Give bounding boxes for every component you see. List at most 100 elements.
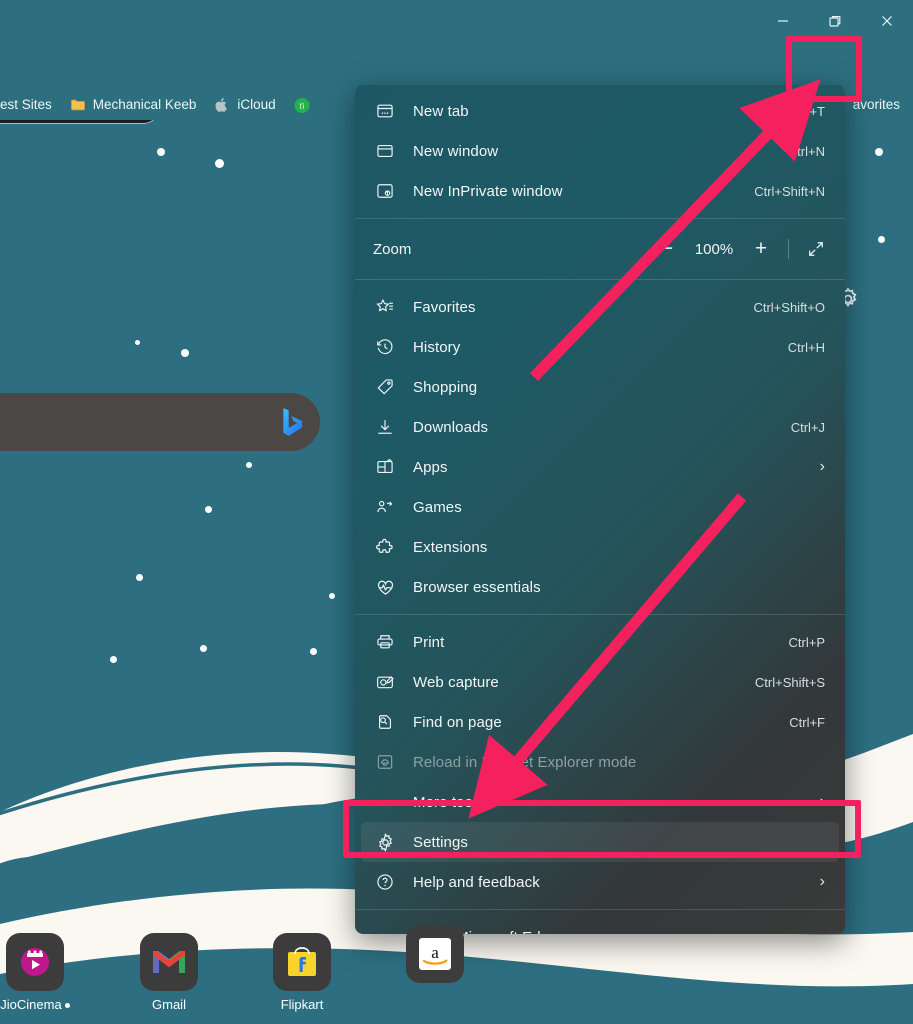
menu-item-label: Reload in Internet Explorer mode [413,753,637,771]
menu-item-history[interactable]: History Ctrl+H [355,327,845,367]
bing-logo-icon [283,408,303,436]
menu-item-downloads[interactable]: Downloads Ctrl+J [355,407,845,447]
bookmark-label: Mechanical Keeb [92,97,197,113]
menu-item-accelerator: Ctrl+N [787,143,825,159]
bookmark-label: iCloud [237,97,276,113]
zoom-out-button[interactable]: − [650,232,684,266]
menu-item-label: New tab [413,102,469,120]
zoom-value: 100% [694,240,734,258]
decorative-dot [200,645,207,652]
menu-item-label: Find on page [413,713,502,731]
menu-item-label: Shopping [413,378,478,396]
new-window-icon [373,139,397,163]
gmail-icon [140,933,198,991]
bookmark-item[interactable]: fi [285,92,326,118]
menu-item-accelerator: Ctrl+P [788,634,825,650]
menu-item-extensions[interactable]: Extensions [355,527,845,567]
browser-toolbar: uO MAGIC [0,42,913,127]
menu-item-label: Favorites [413,298,476,316]
print-icon [373,630,397,654]
menu-item-print[interactable]: Print Ctrl+P [355,622,845,662]
shortcut-text: JioCinema [0,997,62,1012]
jiocinema-icon [6,933,64,991]
decorative-dot [136,574,143,581]
menu-item-label: Browser essentials [413,578,541,596]
shortcut-label: JioCinema [0,997,80,1012]
downloads-icon [373,415,397,439]
menu-item-games[interactable]: Games [355,487,845,527]
menu-item-shopping[interactable]: Shopping [355,367,845,407]
menu-item-browser-essentials[interactable]: Browser essentials [355,567,845,607]
browser-essentials-icon [373,575,397,599]
decorative-dot [135,340,140,345]
svg-text:a: a [431,943,439,962]
decorative-dot [329,593,335,599]
menu-item-accelerator: Ctrl+T [789,103,825,119]
decorative-dot [310,648,317,655]
zoom-label: Zoom [373,240,412,258]
menu-item-label: Print [413,633,445,651]
menu-item-label: Downloads [413,418,489,436]
shortcut-jiocinema[interactable]: JioCinema [0,933,80,1012]
menu-item-accelerator: Ctrl+H [787,339,825,355]
shortcut-flipkart[interactable]: Flipkart [257,933,347,1012]
bookmark-item[interactable]: Mechanical Keeb [61,92,206,118]
bookmark-label: est Sites [0,97,52,113]
menu-item-accelerator: Ctrl+J [790,419,825,435]
bing-search-box[interactable] [0,393,320,451]
decorative-dot [246,462,252,468]
title-bar [0,0,913,42]
flipkart-icon [273,933,331,991]
web-capture-icon [373,670,397,694]
menu-item-label: Help and feedback [413,873,540,891]
settings-and-more-highlight [786,36,862,102]
fi-icon: fi [294,97,310,113]
desktop-shortcuts: JioCinema Gmail Flipkart a [0,904,913,1024]
shortcut-amazon[interactable]: a [390,925,480,989]
shortcut-label: Gmail [152,997,186,1012]
menu-separator [355,279,845,280]
menu-item-label: Apps [413,458,448,476]
close-button[interactable] [861,0,913,42]
menu-item-accelerator: Ctrl+F [789,714,825,730]
bookmark-item[interactable]: est Sites [0,92,61,118]
menu-item-label: New window [413,142,499,160]
screen: uO MAGIC [0,0,913,1024]
chevron-right-icon: › [819,873,825,890]
shopping-tag-icon [373,375,397,399]
menu-item-new-tab[interactable]: New tab Ctrl+T [355,91,845,131]
decorative-dot [875,148,883,156]
zoom-in-button[interactable]: + [744,232,778,266]
find-on-page-icon [373,710,397,734]
settings-menu-item-highlight [343,800,861,858]
bookmark-item[interactable]: iCloud [205,92,284,118]
menu-item-accelerator: Ctrl+Shift+S [754,674,825,690]
games-icon [373,495,397,519]
svg-text:fi: fi [299,101,305,110]
menu-item-apps[interactable]: Apps › [355,447,845,487]
zoom-controls: − 100% + [650,232,833,266]
menu-item-label: New InPrivate window [413,182,563,200]
menu-item-web-capture[interactable]: Web capture Ctrl+Shift+S [355,662,845,702]
menu-item-find-on-page[interactable]: Find on page Ctrl+F [355,702,845,742]
menu-item-label: Games [413,498,462,516]
shortcut-label: Flipkart [280,997,324,1012]
folder-icon [70,97,86,113]
menu-item-new-inprivate-window[interactable]: New InPrivate window Ctrl+Shift+N [355,171,845,211]
shortcut-gmail[interactable]: Gmail [124,933,214,1012]
decorative-dot [110,656,117,663]
favorites-icon [373,295,397,319]
decorative-dot [205,506,212,513]
extensions-icon [373,535,397,559]
menu-separator [355,614,845,615]
menu-item-new-window[interactable]: New window Ctrl+N [355,131,845,171]
menu-item-label: Web capture [413,673,499,691]
running-indicator-dot [64,1003,70,1009]
menu-item-help-and-feedback[interactable]: Help and feedback › [355,862,845,902]
fullscreen-icon[interactable] [799,232,833,266]
decorative-dot [181,349,189,357]
menu-zoom-row: Zoom − 100% + [355,226,845,272]
help-icon [373,870,397,894]
zoom-separator [788,239,789,259]
menu-item-favorites[interactable]: Favorites Ctrl+Shift+O [355,287,845,327]
